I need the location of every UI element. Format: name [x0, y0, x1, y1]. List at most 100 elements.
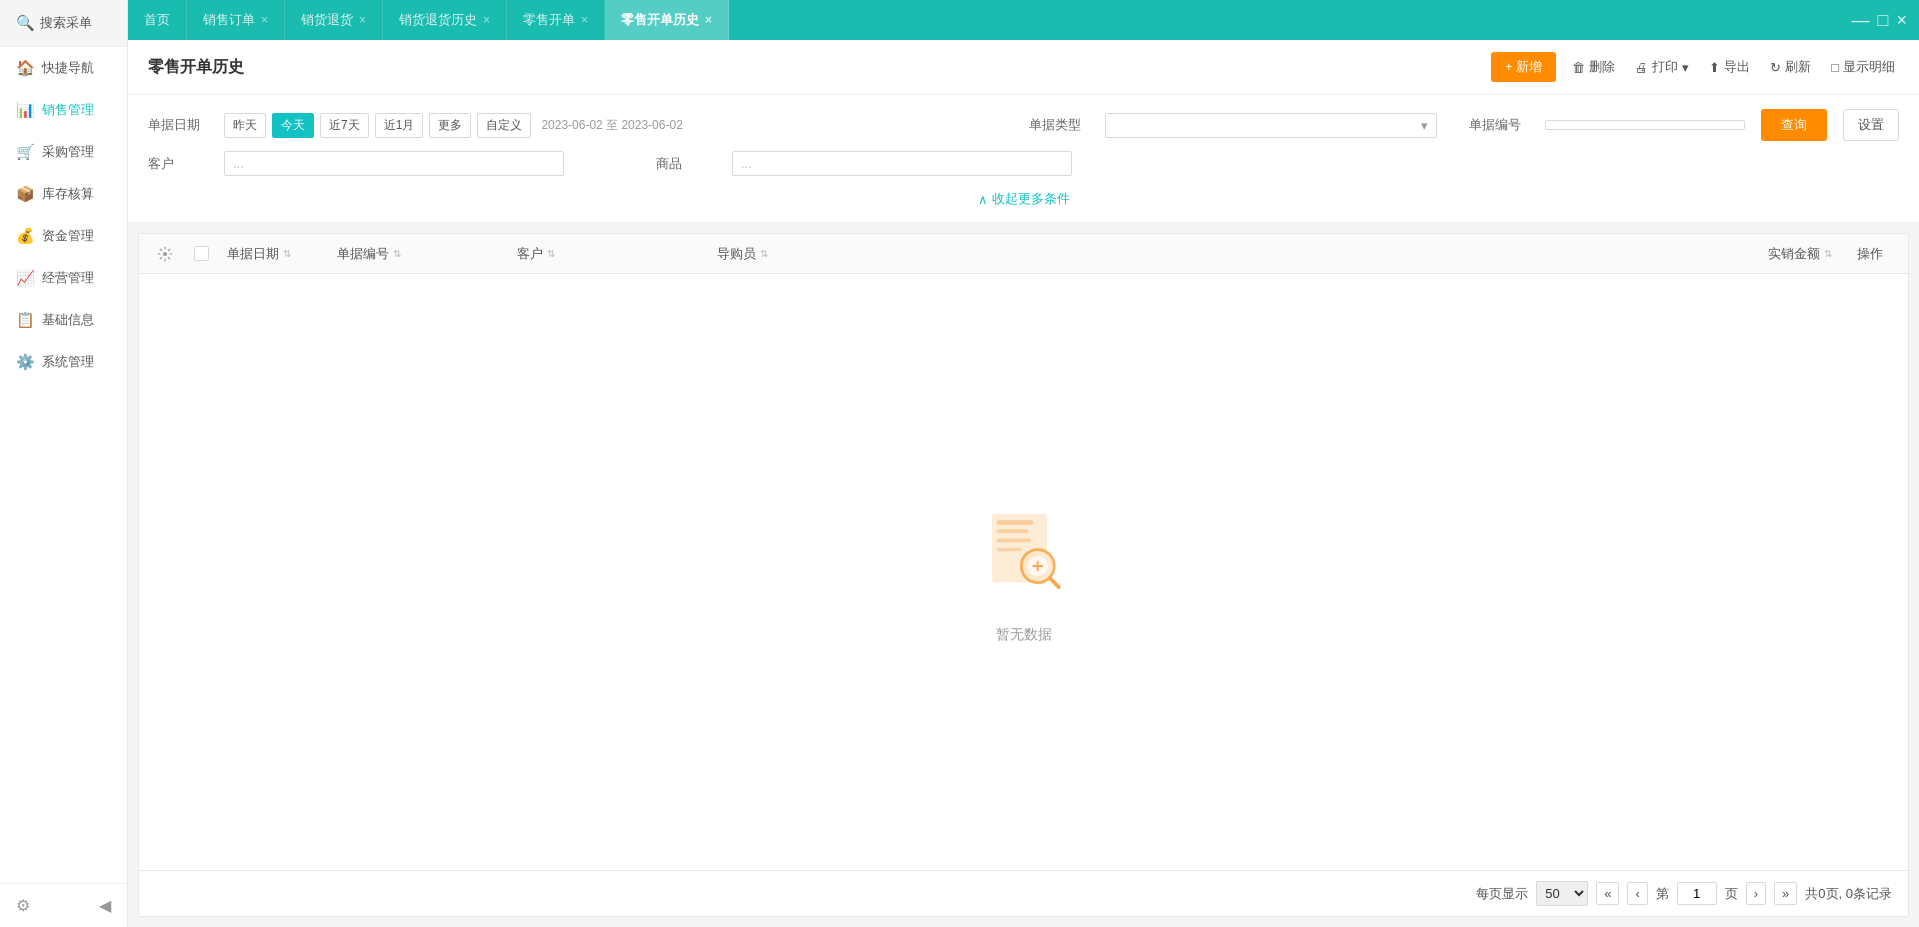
doc-num-input[interactable] — [1545, 120, 1745, 130]
doc-type-arrow-icon: ▾ — [1421, 118, 1428, 133]
display-cols-button[interactable]: □ 显示明细 — [1827, 54, 1899, 80]
export-label: 导出 — [1724, 58, 1750, 76]
sidebar-item-sys-mgmt[interactable]: ⚙️ 系统管理 — [0, 341, 127, 383]
sort-customer-icon[interactable]: ⇅ — [547, 248, 555, 259]
sidebar-item-label: 销售管理 — [42, 101, 94, 119]
tab-retail-open-history-close[interactable]: × — [705, 13, 712, 27]
date-btn-yesterday[interactable]: 昨天 — [224, 113, 266, 138]
date-btn-last7[interactable]: 近7天 — [320, 113, 369, 138]
sidebar-search[interactable]: 🔍 搜索采单 — [0, 0, 127, 47]
delete-icon: 🗑 — [1572, 60, 1585, 75]
empty-state: 暂无数据 — [139, 274, 1908, 870]
last-page-btn[interactable]: » — [1774, 882, 1797, 905]
add-button[interactable]: + 新增 — [1491, 52, 1556, 82]
sidebar-nav: 🏠 快捷导航 📊 销售管理 🛒 采购管理 📦 库存核算 💰 资金管理 📈 经营管… — [0, 47, 127, 883]
date-filter-buttons: 昨天 今天 近7天 近1月 更多 自定义 2023-06-02 至 2023-0… — [224, 113, 683, 138]
date-btn-more[interactable]: 更多 — [429, 113, 471, 138]
tab-home[interactable]: 首页 — [128, 0, 187, 40]
sidebar-collapse-btn[interactable]: ◀ — [99, 896, 111, 915]
date-btn-last1m[interactable]: 近1月 — [375, 113, 424, 138]
print-button[interactable]: 🖨 打印 ▾ — [1631, 54, 1693, 80]
page-content: 零售开单历史 + 新增 🗑 删除 🖨 打印 ▾ ⬆ 导出 ↻ — [128, 40, 1919, 927]
sort-amount-icon[interactable]: ⇅ — [1824, 248, 1832, 259]
refresh-label: 刷新 — [1785, 58, 1811, 76]
close-window-btn[interactable]: × — [1896, 10, 1907, 31]
empty-illustration — [969, 500, 1079, 610]
tab-bar-right: — □ × — [1852, 10, 1919, 31]
sort-num-icon[interactable]: ⇅ — [393, 248, 401, 259]
doc-type-select[interactable]: ▾ — [1105, 113, 1437, 138]
tab-retail-open-label: 零售开单 — [523, 11, 575, 29]
export-button[interactable]: ⬆ 导出 — [1705, 54, 1754, 80]
per-page-select[interactable]: 50 10 20 100 — [1536, 881, 1588, 906]
toolbar: + 新增 🗑 删除 🖨 打印 ▾ ⬆ 导出 ↻ 刷新 — [1491, 52, 1899, 82]
refresh-button[interactable]: ↻ 刷新 — [1766, 54, 1815, 80]
th-guide-label: 导购员 — [717, 245, 756, 263]
collapse-more-btn[interactable]: ∧ 收起更多条件 — [148, 186, 1899, 212]
maximize-btn[interactable]: □ — [1878, 10, 1889, 31]
data-table: 单据日期 ⇅ 单据编号 ⇅ 客户 ⇅ 导购员 ⇅ — [138, 233, 1909, 917]
sidebar-item-quick-nav[interactable]: 🏠 快捷导航 — [0, 47, 127, 89]
svg-rect-5 — [996, 548, 1022, 552]
query-button[interactable]: 查询 — [1761, 109, 1827, 141]
tab-sales-order-close[interactable]: × — [261, 13, 268, 27]
tab-sales-return[interactable]: 销货退货 × — [285, 0, 383, 40]
tab-sales-return-history-close[interactable]: × — [483, 13, 490, 27]
th-settings[interactable] — [147, 246, 183, 262]
page-total: 共0页, 0条记录 — [1805, 885, 1892, 903]
main-area: 首页 销售订单 × 销货退货 × 销货退货历史 × 零售开单 × 零售开单历史 … — [128, 0, 1919, 927]
doc-type-label: 单据类型 — [1029, 116, 1089, 134]
collapse-icon: ∧ — [978, 192, 988, 207]
page-input[interactable] — [1677, 882, 1717, 905]
date-btn-today[interactable]: 今天 — [272, 113, 314, 138]
goods-input[interactable]: ... — [732, 151, 1072, 176]
header-checkbox[interactable] — [194, 246, 209, 261]
settings-button[interactable]: 设置 — [1843, 109, 1899, 141]
sidebar-item-ops[interactable]: 📈 经营管理 — [0, 257, 127, 299]
sort-guide-icon[interactable]: ⇅ — [760, 248, 768, 259]
sidebar-item-inventory[interactable]: 📦 库存核算 — [0, 173, 127, 215]
th-customer: 客户 ⇅ — [509, 245, 709, 263]
customer-placeholder: ... — [233, 156, 244, 171]
ops-icon: 📈 — [16, 269, 34, 287]
sidebar-item-sales-mgmt[interactable]: 📊 销售管理 — [0, 89, 127, 131]
sidebar-settings-btn[interactable]: ⚙ — [16, 896, 30, 915]
minimize-btn[interactable]: — — [1852, 10, 1870, 31]
customer-input[interactable]: ... — [224, 151, 564, 176]
th-num: 单据编号 ⇅ — [329, 245, 509, 263]
tab-retail-open[interactable]: 零售开单 × — [507, 0, 605, 40]
tab-retail-open-close[interactable]: × — [581, 13, 588, 27]
empty-text: 暂无数据 — [996, 626, 1052, 644]
tab-retail-open-history[interactable]: 零售开单历史 × — [605, 0, 729, 40]
th-checkbox[interactable] — [183, 246, 219, 261]
sidebar-item-finance[interactable]: 💰 资金管理 — [0, 215, 127, 257]
date-filter-label: 单据日期 — [148, 116, 208, 134]
tab-bar: 首页 销售订单 × 销货退货 × 销货退货历史 × 零售开单 × 零售开单历史 … — [128, 0, 1919, 40]
svg-point-0 — [163, 252, 167, 256]
prev-page-btn[interactable]: ‹ — [1627, 882, 1647, 905]
first-page-btn[interactable]: « — [1596, 882, 1619, 905]
tab-sales-return-close[interactable]: × — [359, 13, 366, 27]
sidebar-item-label: 系统管理 — [42, 353, 94, 371]
purchase-icon: 🛒 — [16, 143, 34, 161]
th-num-label: 单据编号 — [337, 245, 389, 263]
th-amount-label: 实销金额 — [1768, 245, 1820, 263]
goods-label: 商品 — [656, 155, 716, 173]
svg-line-8 — [1049, 578, 1058, 587]
per-page-label: 每页显示 — [1476, 885, 1528, 903]
svg-rect-2 — [996, 520, 1033, 525]
date-btn-custom[interactable]: 自定义 — [477, 113, 531, 138]
sys-icon: ⚙️ — [16, 353, 34, 371]
th-ops: 操作 — [1840, 245, 1900, 263]
sort-date-icon[interactable]: ⇅ — [283, 248, 291, 259]
sidebar-item-purchase-mgmt[interactable]: 🛒 采购管理 — [0, 131, 127, 173]
tab-sales-return-history[interactable]: 销货退货历史 × — [383, 0, 507, 40]
next-page-btn[interactable]: › — [1746, 882, 1766, 905]
tab-sales-order[interactable]: 销售订单 × — [187, 0, 285, 40]
date-range-display: 2023-06-02 至 2023-06-02 — [541, 117, 682, 134]
inventory-icon: 📦 — [16, 185, 34, 203]
th-guide: 导购员 ⇅ — [709, 245, 829, 263]
delete-button[interactable]: 🗑 删除 — [1568, 54, 1619, 80]
sidebar-item-basic-info[interactable]: 📋 基础信息 — [0, 299, 127, 341]
page-header: 零售开单历史 + 新增 🗑 删除 🖨 打印 ▾ ⬆ 导出 ↻ — [128, 40, 1919, 95]
